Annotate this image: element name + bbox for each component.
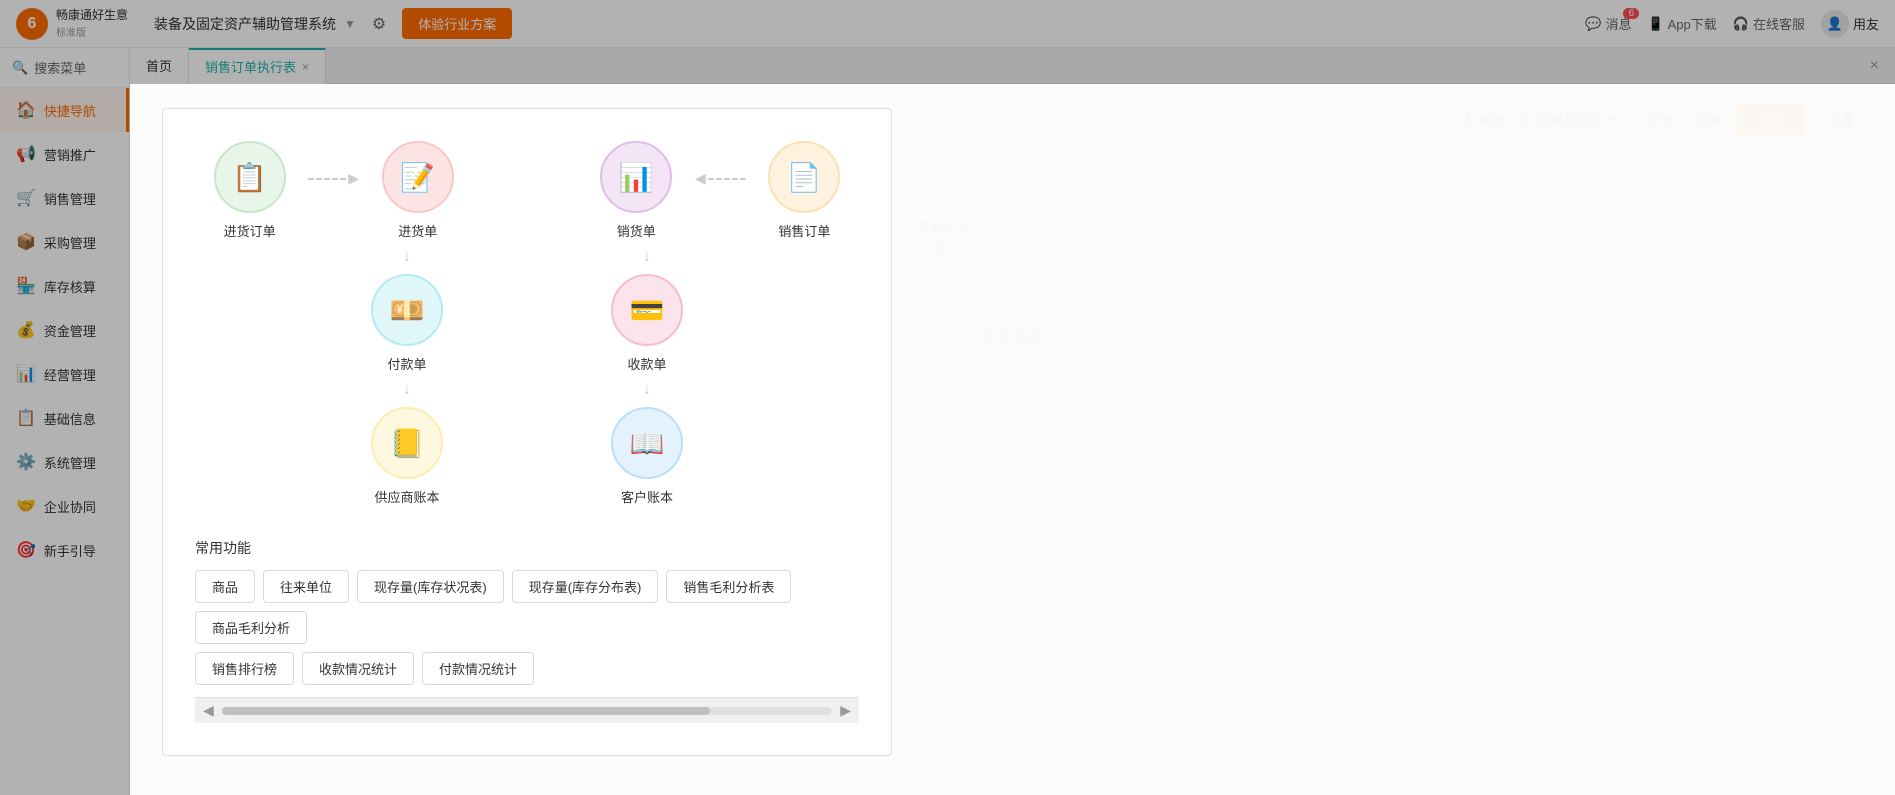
- payment-icon: 💴: [390, 294, 425, 327]
- dash-5: [340, 178, 346, 180]
- func-btn-stock-status[interactable]: 现存量(库存状况表): [357, 570, 504, 603]
- receipt-icon: 💳: [630, 294, 665, 327]
- dash-8: [724, 178, 730, 180]
- supplier-account-label: 供应商账本: [374, 487, 439, 506]
- customer-account-icon: 📖: [630, 427, 665, 460]
- customer-account-label: 客户账本: [621, 487, 673, 506]
- down-arrow-receipt: ↓: [587, 381, 707, 399]
- arrow-1: ▶: [304, 170, 363, 211]
- dash-4: [332, 178, 338, 180]
- sales-invoice-icon: 📊: [619, 161, 654, 194]
- flow-node-sales-order[interactable]: 📄 销售订单: [750, 141, 859, 240]
- dashed-line-1: ▶: [308, 170, 359, 187]
- sales-order-icon: 📄: [787, 161, 822, 194]
- sales-invoice-circle: 📊: [600, 141, 672, 213]
- flow-row-3: 📒 供应商账本 📖 客户账本: [195, 407, 859, 506]
- flow-row-1: 📋 进货订单 ▶: [195, 141, 859, 240]
- supplier-account-icon: 📒: [390, 427, 425, 460]
- scroll-thumb: [222, 707, 710, 715]
- func-btn-stock-dist[interactable]: 现存量(库存分布表): [512, 570, 659, 603]
- sales-order-circle: 📄: [768, 141, 840, 213]
- arrow-2: ▶: [691, 170, 750, 211]
- func-btn-product-profit[interactable]: 商品毛利分析: [195, 611, 307, 644]
- flow-node-supplier-account[interactable]: 📒 供应商账本: [347, 407, 467, 506]
- dash-7: [732, 178, 738, 180]
- scroll-right-arrow[interactable]: ▶: [840, 702, 851, 719]
- payment-label: 付款单: [387, 354, 426, 373]
- flow-node-purchase-order[interactable]: 📋 进货订单: [195, 141, 304, 240]
- dash-10: [708, 178, 714, 180]
- purchase-order-circle: 📋: [214, 141, 286, 213]
- func-btn-sales-rank[interactable]: 销售排行榜: [195, 652, 294, 685]
- func-btn-product[interactable]: 商品: [195, 570, 255, 603]
- flow-node-purchase-invoice[interactable]: 📝 进货单: [363, 141, 472, 240]
- purchase-invoice-label: 进货单: [398, 221, 437, 240]
- flow-node-receipt[interactable]: 💳 收款单: [587, 274, 707, 373]
- dash-9: [716, 178, 722, 180]
- arrow-head-2: ▶: [695, 170, 706, 187]
- down-arrow-sales: ↓: [587, 248, 707, 266]
- payment-circle: 💴: [371, 274, 443, 346]
- func-btn-partners[interactable]: 往来单位: [263, 570, 349, 603]
- purchase-order-icon: 📋: [232, 161, 267, 194]
- down-arrow-sales-icon: ↓: [643, 248, 651, 266]
- func-buttons-row1: 商品 往来单位 现存量(库存状况表) 现存量(库存分布表) 销售毛利分析表 商品…: [195, 570, 859, 644]
- flow-row-2: 💴 付款单 💳 收款单: [195, 274, 859, 373]
- func-btn-receipt-stats[interactable]: 收款情况统计: [302, 652, 414, 685]
- dash-3: [324, 178, 330, 180]
- purchase-invoice-icon: 📝: [400, 161, 435, 194]
- down-arrow-receipt-icon: ↓: [643, 381, 651, 399]
- sales-invoice-label: 销货单: [617, 221, 656, 240]
- flow-node-payment[interactable]: 💴 付款单: [347, 274, 467, 373]
- supplier-account-circle: 📒: [371, 407, 443, 479]
- horizontal-scrollbar: ◀ ▶: [195, 697, 859, 723]
- func-buttons-row2: 销售排行榜 收款情况统计 付款情况统计: [195, 652, 859, 685]
- sales-order-label: 销售订单: [778, 221, 830, 240]
- scroll-left-arrow[interactable]: ◀: [203, 702, 214, 719]
- dashed-line-2: ▶: [695, 170, 746, 187]
- common-functions-title: 常用功能: [195, 538, 859, 558]
- dash-6: [740, 178, 746, 180]
- down-arrow-purchase-icon: ↓: [403, 248, 411, 266]
- dash-2: [316, 178, 322, 180]
- down-arrow-payment-icon: ↓: [403, 381, 411, 399]
- purchase-order-label: 进货订单: [224, 221, 276, 240]
- func-btn-sales-profit[interactable]: 销售毛利分析表: [666, 570, 791, 603]
- arrow-head-1: ▶: [348, 170, 359, 187]
- receipt-circle: 💳: [611, 274, 683, 346]
- quick-guide-modal: 📋 进货订单 ▶: [130, 84, 1895, 795]
- receipt-label: 收款单: [627, 354, 666, 373]
- flow-diagram: 📋 进货订单 ▶: [195, 141, 859, 514]
- down-arrow-purchase: ↓: [347, 248, 467, 266]
- down-arrow-payment: ↓: [347, 381, 467, 399]
- flow-node-customer-account[interactable]: 📖 客户账本: [587, 407, 707, 506]
- flow-row-arrows: ↓ ↓: [195, 248, 859, 266]
- func-btn-payment-stats[interactable]: 付款情况统计: [422, 652, 534, 685]
- purchase-invoice-circle: 📝: [382, 141, 454, 213]
- flow-node-sales-invoice[interactable]: 📊 销货单: [582, 141, 691, 240]
- quick-guide-inner: 📋 进货订单 ▶: [162, 108, 892, 756]
- dash-1: [308, 178, 314, 180]
- scroll-track[interactable]: [222, 707, 832, 715]
- flow-row-arrows-2: ↓ ↓: [195, 381, 859, 399]
- customer-account-circle: 📖: [611, 407, 683, 479]
